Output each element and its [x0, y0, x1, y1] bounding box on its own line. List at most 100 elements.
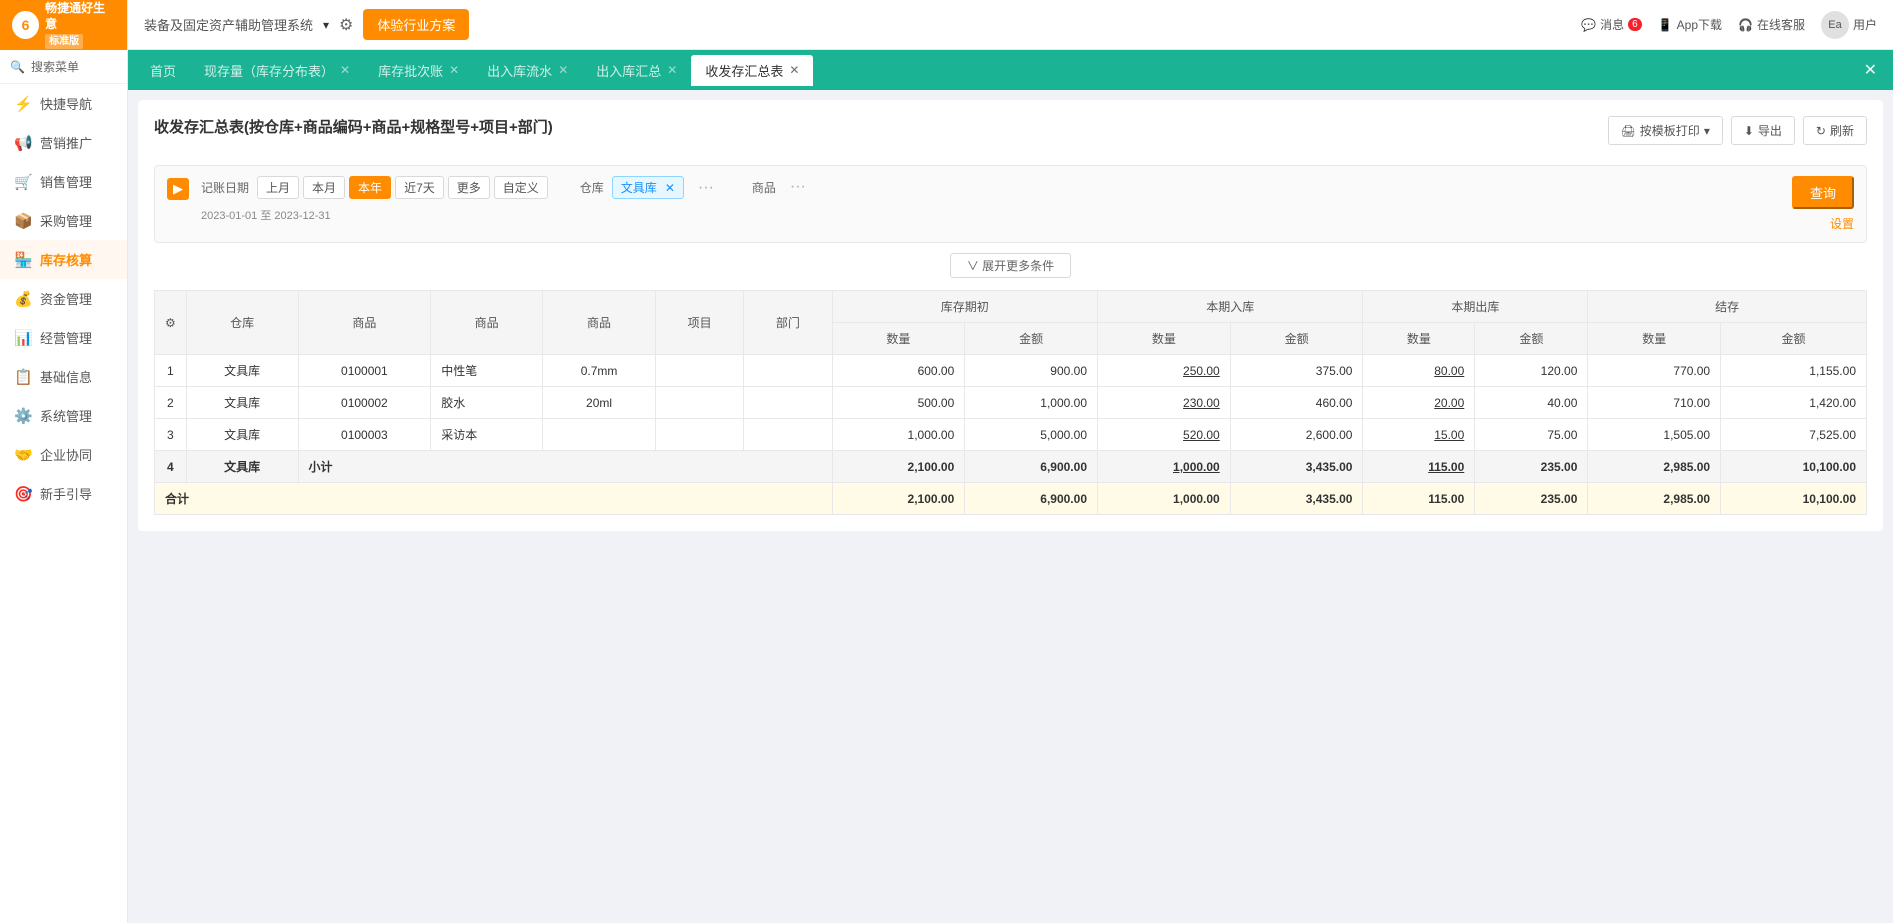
- topbar-right: 💬 消息 6 📱 App下载 🎧 在线客服 Ea 用户: [1581, 11, 1877, 39]
- row-in-qty: 230.00: [1098, 387, 1231, 419]
- filter-collapse-button[interactable]: ▶: [167, 178, 189, 200]
- col-in-qty: 数量: [1098, 323, 1231, 355]
- app-download-item[interactable]: 📱 App下载: [1658, 16, 1722, 33]
- row-out-qty: 20.00: [1363, 387, 1475, 419]
- sidebar-item-system[interactable]: ⚙️ 系统管理: [0, 396, 127, 435]
- row-goods-spec: [543, 419, 656, 451]
- tab-stock-dist[interactable]: 现存量（库存分布表） ✕: [190, 55, 364, 86]
- row-no: 1: [155, 355, 187, 387]
- system-title: 装备及固定资产辅助管理系统: [144, 15, 313, 34]
- date-btn-more[interactable]: 更多: [448, 176, 490, 199]
- row-no: 3: [155, 419, 187, 451]
- sidebar-item-operations[interactable]: 📊 经营管理: [0, 318, 127, 357]
- subtotal-closing-amount: 10,100.00: [1721, 451, 1867, 483]
- online-service-item[interactable]: 🎧 在线客服: [1738, 16, 1805, 33]
- warehouse-tag-close[interactable]: ✕: [665, 181, 675, 195]
- printer-icon: 🖨: [1621, 124, 1636, 138]
- tab-close-icon[interactable]: ✕: [789, 63, 799, 77]
- row-warehouse: 文具库: [186, 387, 298, 419]
- date-btn-custom[interactable]: 自定义: [494, 176, 548, 199]
- row-in-qty: 250.00: [1098, 355, 1231, 387]
- sidebar-item-label: 营销推广: [40, 133, 92, 152]
- tab-close-icon[interactable]: ✕: [449, 63, 459, 77]
- sidebar-item-marketing[interactable]: 📢 营销推广: [0, 123, 127, 162]
- group-in: 本期入库: [1098, 291, 1363, 323]
- sidebar-item-enterprise[interactable]: 🤝 企业协同: [0, 435, 127, 474]
- trial-button[interactable]: 体验行业方案: [363, 9, 469, 40]
- row-dept: [744, 387, 832, 419]
- app-name: 畅捷通好生意: [45, 1, 115, 32]
- footer-in-qty: 1,000.00: [1098, 483, 1231, 515]
- sidebar-item-label: 企业协同: [40, 445, 92, 464]
- sidebar-item-label: 经营管理: [40, 328, 92, 347]
- query-button[interactable]: 查询: [1792, 176, 1854, 209]
- tab-batch[interactable]: 库存批次账 ✕: [364, 55, 473, 86]
- print-button[interactable]: 🖨 按模板打印 ▾: [1608, 116, 1723, 145]
- close-all-tabs-button[interactable]: ✕: [1856, 56, 1885, 84]
- sidebar-item-label: 基础信息: [40, 367, 92, 386]
- footer-opening-amount: 6,900.00: [965, 483, 1098, 515]
- row-warehouse: 文具库: [186, 355, 298, 387]
- date-range-text: 2023-01-01 至 2023-12-31: [201, 207, 548, 223]
- row-opening-qty: 500.00: [832, 387, 965, 419]
- finance-icon: 💰: [14, 290, 32, 308]
- refresh-button[interactable]: ↻ 刷新: [1803, 116, 1867, 145]
- row-closing-qty: 770.00: [1588, 355, 1721, 387]
- footer-out-amount: 235.00: [1475, 483, 1588, 515]
- sidebar-item-inventory[interactable]: 🏪 库存核算: [0, 240, 127, 279]
- subtotal-out-amount: 235.00: [1475, 451, 1588, 483]
- warehouse-tag-value: 文具库: [621, 179, 657, 196]
- row-in-qty: 520.00: [1098, 419, 1231, 451]
- filter-settings-button[interactable]: 设置: [1830, 215, 1854, 232]
- tab-summary[interactable]: 出入库汇总 ✕: [582, 55, 691, 86]
- topbar: 装备及固定资产辅助管理系统 ▾ ⚙ 体验行业方案 💬 消息 6 📱 App下载 …: [128, 0, 1893, 50]
- tab-home[interactable]: 首页: [136, 55, 190, 86]
- tab-close-icon[interactable]: ✕: [340, 63, 350, 77]
- tab-close-icon[interactable]: ✕: [667, 63, 677, 77]
- main-content: 收发存汇总表(按仓库+商品编码+商品+规格型号+项目+部门) 🖨 按模板打印 ▾…: [128, 90, 1893, 923]
- expand-conditions-button[interactable]: ∨ 展开更多条件: [950, 253, 1071, 278]
- sidebar-item-newuser[interactable]: 🎯 新手引导: [0, 474, 127, 513]
- row-opening-qty: 1,000.00: [832, 419, 965, 451]
- group-out: 本期出库: [1363, 291, 1588, 323]
- newuser-icon: 🎯: [14, 485, 32, 503]
- tab-flow[interactable]: 出入库流水 ✕: [473, 55, 582, 86]
- sidebar-item-basic[interactable]: 📋 基础信息: [0, 357, 127, 396]
- sidebar-menu: ⚡ 快捷导航 📢 营销推广 🛒 销售管理 📦 采购管理 🏪 库存核算 💰 资金管…: [0, 84, 127, 923]
- date-btn-last-month[interactable]: 上月: [257, 176, 299, 199]
- col-project: 项目: [656, 291, 744, 355]
- sidebar-item-quicknav[interactable]: ⚡ 快捷导航: [0, 84, 127, 123]
- chevron-down-icon: ∨: [967, 259, 979, 273]
- system-dropdown[interactable]: ▾: [323, 18, 329, 32]
- col-goods-spec: 商品: [543, 291, 656, 355]
- filter-bar: ▶ 记账日期 上月 本月 本年 近7天 更多 自定义 2023-01-01 至 …: [154, 165, 1867, 243]
- col-opening-qty: 数量: [832, 323, 965, 355]
- date-btn-7days[interactable]: 近7天: [395, 176, 444, 199]
- export-button[interactable]: ⬇ 导出: [1731, 116, 1795, 145]
- warehouse-more-btn[interactable]: ···: [692, 177, 720, 199]
- notifications-item[interactable]: 💬 消息 6: [1581, 16, 1642, 33]
- basic-icon: 📋: [14, 368, 32, 386]
- notifications-badge: 6: [1628, 18, 1642, 31]
- col-settings[interactable]: ⚙: [155, 291, 187, 355]
- date-btn-this-year[interactable]: 本年: [349, 176, 391, 199]
- row-opening-amount: 900.00: [965, 355, 1098, 387]
- tab-recv-summary[interactable]: 收发存汇总表 ✕: [691, 55, 813, 86]
- row-in-amount: 375.00: [1230, 355, 1363, 387]
- col-in-amount: 金额: [1230, 323, 1363, 355]
- settings-icon[interactable]: ⚙: [339, 15, 353, 35]
- table-row: 2 文具库 0100002 胶水 20ml 500.00 1,000.00 23…: [155, 387, 1867, 419]
- tab-close-icon[interactable]: ✕: [558, 63, 568, 77]
- goods-more-btn[interactable]: ···: [784, 176, 812, 198]
- row-goods-spec: 0.7mm: [543, 355, 656, 387]
- sidebar-search[interactable]: 🔍 搜索菜单: [0, 50, 127, 84]
- date-btn-this-month[interactable]: 本月: [303, 176, 345, 199]
- sidebar-item-purchase[interactable]: 📦 采购管理: [0, 201, 127, 240]
- goods-filter-label: 商品: [752, 179, 776, 196]
- row-goods-code: 0100003: [298, 419, 431, 451]
- row-closing-amount: 1,155.00: [1721, 355, 1867, 387]
- sidebar-item-sales[interactable]: 🛒 销售管理: [0, 162, 127, 201]
- tab-label: 出入库流水: [487, 61, 552, 80]
- user-item[interactable]: Ea 用户: [1821, 11, 1877, 39]
- sidebar-item-finance[interactable]: 💰 资金管理: [0, 279, 127, 318]
